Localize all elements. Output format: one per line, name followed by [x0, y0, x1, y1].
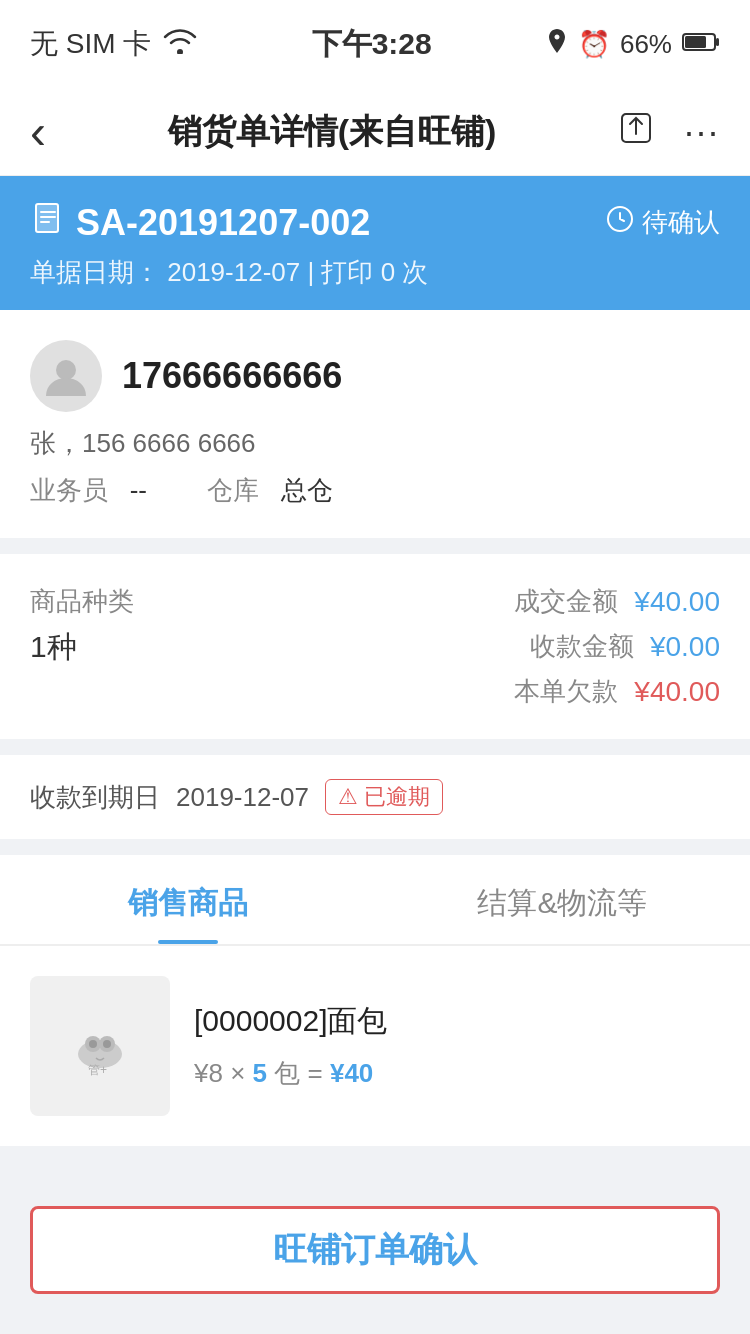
summary-card: 商品种类 1种 成交金额 ¥40.00 收款金额 ¥0.00 本单欠款 ¥40.… [0, 554, 750, 739]
svg-point-6 [56, 360, 76, 380]
page-title: 销货单详情(来自旺铺) [168, 109, 497, 155]
status-left: 无 SIM 卡 [30, 25, 197, 63]
overdue-badge: ⚠ 已逾期 [325, 779, 443, 815]
status-time: 下午3:28 [312, 24, 432, 65]
share-button[interactable] [618, 110, 654, 153]
received-row: 收款金额 ¥0.00 [530, 629, 720, 664]
amounts-section: 成交金额 ¥40.00 收款金额 ¥0.00 本单欠款 ¥40.00 [514, 584, 720, 709]
order-id: SA-20191207-002 [30, 200, 370, 245]
due-date-card: 收款到期日 2019-12-07 ⚠ 已逾期 [0, 755, 750, 839]
customer-meta: 业务员 -- 仓库 总仓 [30, 473, 720, 508]
product-name: [0000002]面包 [194, 1001, 720, 1042]
order-status: 待确认 [606, 205, 720, 240]
avatar [30, 340, 102, 412]
product-total: ¥40 [330, 1058, 373, 1088]
battery-text: 66% [620, 29, 672, 60]
due-date-row: 收款到期日 2019-12-07 ⚠ 已逾期 [30, 779, 720, 815]
tabs: 销售商品 结算&物流等 [0, 855, 750, 946]
quantity: 5 [253, 1058, 267, 1088]
product-type-section: 商品种类 1种 [30, 584, 134, 668]
customer-phone: 17666666666 [122, 355, 342, 397]
alarm-icon: ⏰ [578, 29, 610, 60]
product-image: 管+ [30, 976, 170, 1116]
tab-sales[interactable]: 销售商品 [0, 855, 375, 944]
svg-text:管+: 管+ [88, 1063, 107, 1076]
bottom-area: 旺铺订单确认 [0, 1186, 750, 1334]
back-button[interactable]: ‹ [30, 104, 46, 159]
product-price: ¥8 × 5 包 = ¥40 [194, 1056, 720, 1091]
more-button[interactable]: ··· [684, 111, 720, 153]
amount-row: 成交金额 ¥40.00 [514, 584, 720, 619]
owed-value: ¥40.00 [634, 676, 720, 708]
order-header: SA-20191207-002 待确认 单据日期： 2019-12-07 | 打… [0, 176, 750, 310]
owed-row: 本单欠款 ¥40.00 [514, 674, 720, 709]
svg-rect-1 [685, 36, 706, 48]
received-value: ¥0.00 [650, 631, 720, 663]
battery-icon [682, 29, 720, 60]
svg-rect-2 [716, 38, 719, 46]
amount-value: ¥40.00 [634, 586, 720, 618]
svg-point-11 [103, 1040, 111, 1048]
product-info: [0000002]面包 ¥8 × 5 包 = ¥40 [194, 1001, 720, 1091]
staff-label: 业务员 -- [30, 473, 147, 508]
order-date: 单据日期： 2019-12-07 | 打印 0 次 [30, 255, 720, 290]
carrier-text: 无 SIM 卡 [30, 25, 151, 63]
svg-point-10 [89, 1040, 97, 1048]
customer-card: 17666666666 张，156 6666 6666 业务员 -- 仓库 总仓 [0, 310, 750, 538]
confirm-button[interactable]: 旺铺订单确认 [30, 1206, 720, 1294]
warehouse-label: 仓库 总仓 [207, 473, 333, 508]
customer-name: 张，156 6666 6666 [30, 426, 720, 461]
wifi-icon [163, 28, 197, 61]
status-right: ⏰ 66% [546, 27, 720, 62]
nav-actions: ··· [618, 110, 720, 153]
clock-icon [606, 205, 634, 240]
nav-bar: ‹ 销货单详情(来自旺铺) ··· [0, 88, 750, 176]
tab-settlement[interactable]: 结算&物流等 [375, 855, 750, 944]
product-item: 管+ [0000002]面包 ¥8 × 5 包 = ¥40 [0, 946, 750, 1146]
location-icon [546, 27, 568, 62]
status-bar: 无 SIM 卡 下午3:28 ⏰ 66% [0, 0, 750, 88]
warning-icon: ⚠ [338, 784, 358, 810]
doc-icon [30, 200, 66, 245]
